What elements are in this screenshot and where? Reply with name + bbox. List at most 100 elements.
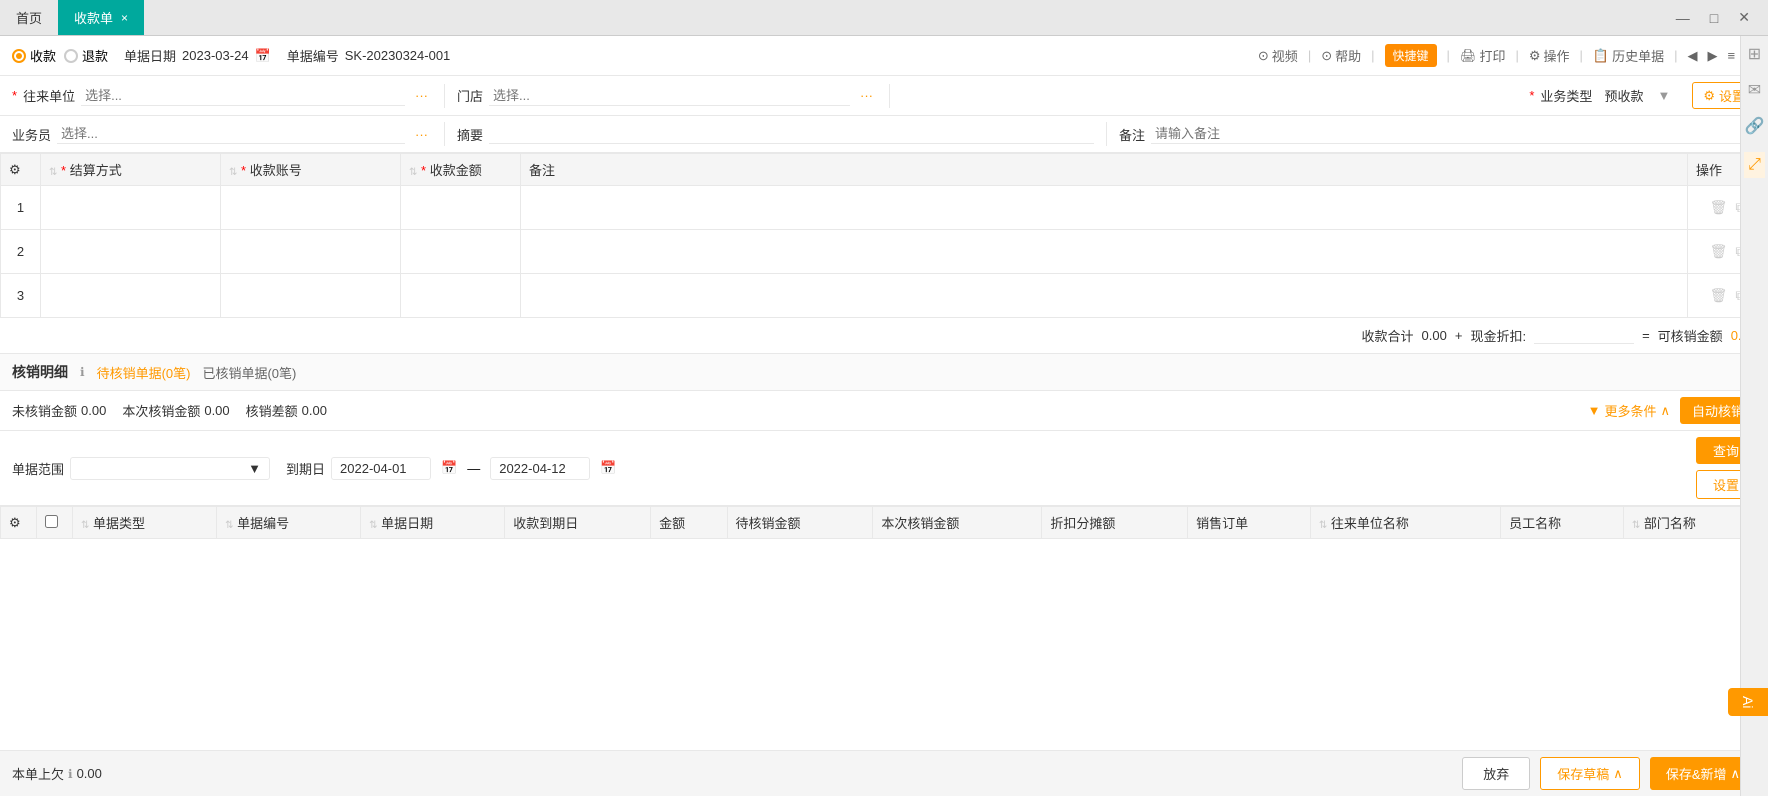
salesperson-ellipsis[interactable]: ···: [411, 127, 432, 142]
row-account-3[interactable]: [221, 274, 401, 318]
draft-dropdown-icon[interactable]: ∧: [1613, 766, 1623, 782]
btcol-employee-label: 员工名称: [1509, 516, 1561, 531]
row-amount-3[interactable]: [401, 274, 521, 318]
divider2: [889, 84, 890, 108]
save-dropdown-icon[interactable]: ∧: [1730, 766, 1740, 782]
stats-right: ▼ 更多条件 ∧ 自动核销: [1588, 397, 1756, 424]
help-link[interactable]: ⊙ 帮助: [1321, 46, 1361, 65]
sidebar-attachment-icon[interactable]: 🔗: [1745, 116, 1765, 136]
btcol-date-label: 单据日期: [381, 516, 433, 531]
equals-sign: =: [1642, 328, 1650, 343]
date-from-input[interactable]: [331, 457, 431, 480]
divider1: [444, 84, 445, 108]
diff-stat: 核销差额 0.00: [246, 401, 327, 420]
discount-input[interactable]: [1534, 328, 1634, 344]
more-conditions-btn[interactable]: ▼ 更多条件 ∧: [1588, 401, 1670, 420]
business-type-value[interactable]: 预收款: [1604, 86, 1643, 105]
delete-icon-2[interactable]: 🗑: [1710, 243, 1728, 260]
row-note-1[interactable]: [521, 186, 1688, 230]
discount-label: 现金折扣:: [1470, 326, 1526, 345]
radio-shoukuan-dot: [12, 49, 26, 63]
sidebar-table-icon[interactable]: ⊞: [1748, 44, 1761, 64]
radio-shoukuan[interactable]: 收款: [12, 46, 56, 65]
salesperson-input[interactable]: [57, 124, 405, 144]
maximize-btn[interactable]: □: [1704, 8, 1724, 28]
diff-label: 核销差额: [246, 401, 298, 420]
row-account-1[interactable]: [221, 186, 401, 230]
footer-value: 0.00: [77, 766, 102, 781]
sidebar-mail-icon[interactable]: ✉: [1748, 80, 1761, 100]
date-value[interactable]: 2023-03-24: [182, 48, 249, 63]
business-dropdown-icon[interactable]: ▼: [1657, 88, 1670, 103]
help-icon: ⊙: [1321, 48, 1332, 64]
next-icon[interactable]: ▶: [1708, 48, 1718, 64]
minimize-btn[interactable]: —: [1670, 8, 1696, 28]
settings-icon[interactable]: ⚙: [9, 162, 21, 177]
footer-bar: 本单上欠 ℹ 0.00 放弃 保存草稿 ∧ 保存&新增 ∧: [0, 750, 1768, 796]
bottom-table-container: ⚙ ⇅ 单据类型 ⇅ 单据编号 ⇅ 单据日期: [0, 506, 1768, 750]
remark-input[interactable]: [1151, 124, 1756, 144]
btcol-settings[interactable]: ⚙: [1, 507, 37, 539]
btcol-current: 本次核销金额: [873, 507, 1042, 539]
radio-shoukuan-label: 收款: [30, 46, 56, 65]
done-tab[interactable]: 已核销单据(0笔): [202, 363, 296, 382]
row-settle-3[interactable]: [41, 274, 221, 318]
store-input[interactable]: [489, 86, 850, 106]
col-settle: ⇅ * 结算方式: [41, 154, 221, 186]
tab-active[interactable]: 收款单 ×: [58, 0, 144, 35]
row-amount-2[interactable]: [401, 230, 521, 274]
row-account-2[interactable]: [221, 230, 401, 274]
row-note-3[interactable]: [521, 274, 1688, 318]
range-select[interactable]: ▼: [70, 457, 270, 480]
col-settle-label: 结算方式: [70, 163, 122, 178]
operation-link[interactable]: ⚙ 操作: [1529, 46, 1570, 65]
form-row-2: 业务员 ··· 摘要 备注: [0, 116, 1768, 153]
net-label: 可核销金额: [1658, 326, 1723, 345]
cal-to-icon[interactable]: 📅: [600, 460, 616, 476]
select-all-checkbox[interactable]: [45, 515, 58, 528]
history-link[interactable]: 📋 历史单据: [1593, 46, 1664, 65]
shortcut-btn[interactable]: 快捷键: [1385, 44, 1437, 67]
btcol-checkbox[interactable]: [37, 507, 73, 539]
row-note-2[interactable]: [521, 230, 1688, 274]
delete-icon-3[interactable]: 🗑: [1710, 287, 1728, 304]
current-value: 0.00: [204, 403, 229, 418]
radio-group: 收款 退款: [12, 46, 108, 65]
tab-bar: 首页 收款单 × — □ ✕: [0, 0, 1768, 36]
counterparty-ellipsis[interactable]: ···: [411, 88, 432, 103]
stats-row: 未核销金额 0.00 本次核销金额 0.00 核销差额 0.00 ▼ 更多条件 …: [0, 391, 1768, 431]
date-to-input[interactable]: [490, 457, 590, 480]
row-amount-1[interactable]: [401, 186, 521, 230]
range-filter: 单据范围 ▼: [12, 457, 270, 480]
btcol-amount: 金额: [651, 507, 727, 539]
tab-close-icon[interactable]: ×: [121, 11, 128, 25]
pending-tab[interactable]: 待核销单据(0笔): [97, 363, 191, 382]
calendar-icon[interactable]: 📅: [255, 48, 271, 64]
ai-badge[interactable]: Ai: [1728, 688, 1768, 716]
draft-btn[interactable]: 保存草稿 ∧: [1540, 757, 1640, 790]
radio-tuikuan[interactable]: 退款: [64, 46, 108, 65]
close-btn[interactable]: ✕: [1732, 7, 1756, 28]
summary-input[interactable]: [489, 124, 1094, 144]
sort-arrows-account: ⇅: [229, 167, 237, 178]
cal-from-icon[interactable]: 📅: [441, 460, 457, 476]
store-ellipsis[interactable]: ···: [856, 88, 877, 103]
date-field-group: 单据日期 2023-03-24 📅: [124, 46, 271, 65]
divider4: [1106, 122, 1107, 146]
col-note: 备注: [521, 154, 1688, 186]
prev-icon[interactable]: ◀: [1688, 48, 1698, 64]
col-settings[interactable]: ⚙: [1, 154, 41, 186]
counterparty-input[interactable]: [81, 86, 405, 106]
delete-icon-1[interactable]: 🗑: [1710, 199, 1728, 216]
print-link[interactable]: 🖨 打印: [1460, 46, 1506, 65]
sidebar-expand-icon[interactable]: ⤢: [1744, 152, 1765, 178]
discard-btn[interactable]: 放弃: [1462, 757, 1530, 790]
video-link[interactable]: ⊙ 视频: [1258, 46, 1298, 65]
date-label-filter: 到期日: [286, 459, 325, 478]
list-icon[interactable]: ≡: [1728, 48, 1736, 63]
table-row: 2 🗑 ⧉: [1, 230, 1768, 274]
btcol-type: ⇅ 单据类型: [73, 507, 217, 539]
row-settle-2[interactable]: [41, 230, 221, 274]
tab-home[interactable]: 首页: [0, 0, 58, 35]
row-settle-1[interactable]: [41, 186, 221, 230]
